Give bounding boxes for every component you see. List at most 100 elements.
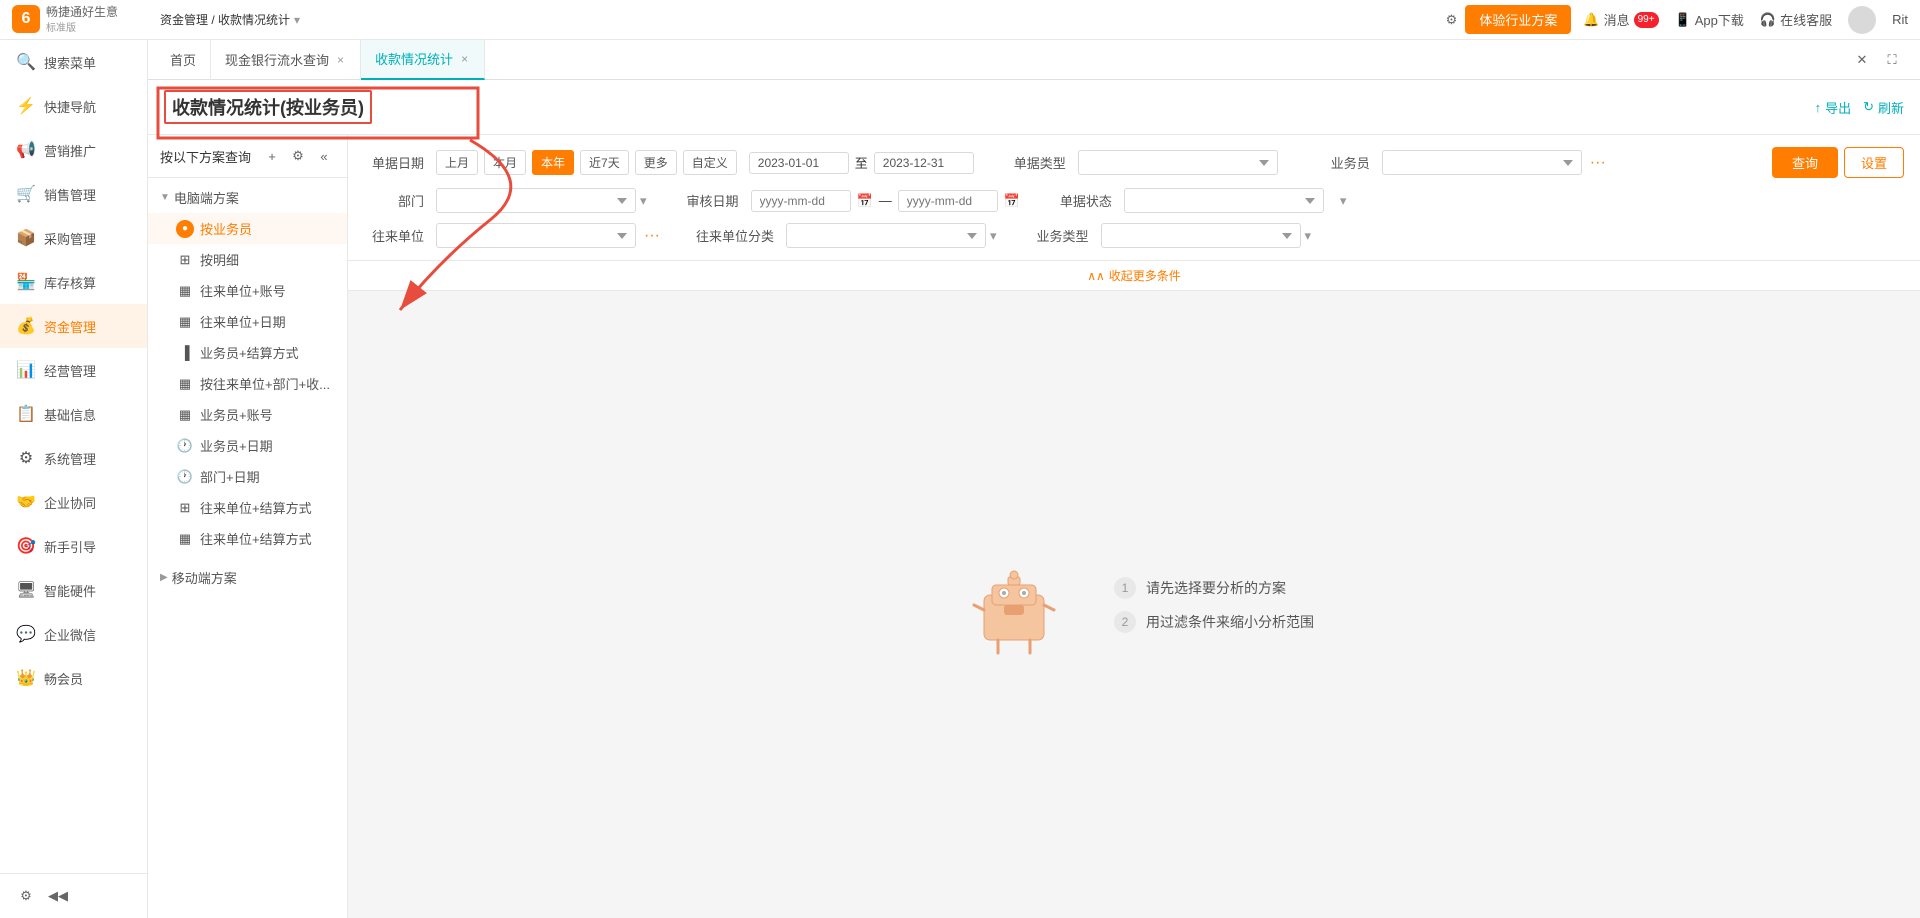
- date-btn-this-year[interactable]: 本年: [532, 150, 574, 175]
- tree-child-unit-dept[interactable]: ▦ 按往来单位+部门+收...: [148, 368, 347, 399]
- tree-child-detail[interactable]: ⊞ 按明细: [148, 244, 347, 275]
- salesman-label: 业务员: [1310, 153, 1370, 172]
- date-btn-7days[interactable]: 近7天: [580, 150, 629, 175]
- doc-status-label: 单据状态: [1052, 191, 1112, 210]
- tab-home[interactable]: 首页: [156, 40, 211, 80]
- salesman-more-btn[interactable]: ···: [1586, 151, 1610, 175]
- user-avatar[interactable]: [1848, 6, 1876, 34]
- bar-chart-icon: ▐: [176, 344, 194, 362]
- counterpart-cat-select[interactable]: [786, 223, 986, 248]
- date-btn-custom[interactable]: 自定义: [683, 150, 737, 175]
- counterpart-select[interactable]: [436, 223, 636, 248]
- salesman-select[interactable]: [1382, 150, 1582, 175]
- sidebar-item-member[interactable]: 👑 畅会员: [0, 656, 147, 700]
- audit-to-input[interactable]: [898, 190, 998, 212]
- biz-type-select[interactable]: [1101, 223, 1301, 248]
- tree-child-unit-settle-1[interactable]: ⊞ 往来单位+结算方式: [148, 492, 347, 523]
- empty-steps: 1 请先选择要分析的方案 2 用过滤条件来缩小分析范围: [1114, 577, 1314, 633]
- calendar-icon-2[interactable]: 📅: [1004, 193, 1020, 209]
- tree-child-unit-account[interactable]: ▦ 往来单位+账号: [148, 275, 347, 306]
- collapse-panel-btn[interactable]: «: [313, 145, 335, 167]
- sidebar-item-label-system: 系统管理: [44, 449, 96, 468]
- tab-collection-stats[interactable]: 收款情况统计 ×: [361, 40, 485, 80]
- date-from-input[interactable]: [749, 152, 849, 174]
- counterpart-cat-dropdown-icon: ▾: [990, 228, 997, 244]
- trial-button[interactable]: 体验行业方案: [1465, 5, 1571, 34]
- sidebar-collapse-btn[interactable]: ◀◀: [44, 882, 72, 910]
- settings-icon[interactable]: ⚙: [1437, 6, 1465, 34]
- tree-parent-mobile[interactable]: ▶ 移动端方案: [148, 562, 347, 593]
- scheme-settings-btn[interactable]: ⚙: [287, 145, 309, 167]
- sidebar-item-inventory[interactable]: 🏪 库存核算: [0, 260, 147, 304]
- tree-child-dept-date[interactable]: 🕐 部门+日期: [148, 461, 347, 492]
- messages-action[interactable]: 🔔 消息 99+: [1583, 10, 1658, 29]
- sidebar-item-wechat[interactable]: 💬 企业微信: [0, 612, 147, 656]
- date-btn-this-month[interactable]: 本月: [484, 150, 526, 175]
- grid-icon: ⊞: [176, 251, 194, 269]
- doc-type-select[interactable]: [1078, 150, 1278, 175]
- date-btn-more[interactable]: 更多: [635, 150, 677, 175]
- tree-child-unit-date[interactable]: ▦ 往来单位+日期: [148, 306, 347, 337]
- audit-dash: —: [879, 193, 892, 208]
- collapse-bar[interactable]: ∧∧ 收起更多条件: [348, 261, 1920, 291]
- tree-child-salesman-account[interactable]: ▦ 业务员+账号: [148, 399, 347, 430]
- sidebar-item-label-sales: 销售管理: [44, 185, 96, 204]
- sidebar-item-operations[interactable]: 📊 经营管理: [0, 348, 147, 392]
- sidebar-item-basic-info[interactable]: 📋 基础信息: [0, 392, 147, 436]
- date-btn-last-month[interactable]: 上月: [436, 150, 478, 175]
- online-service-action[interactable]: 🎧 在线客服: [1760, 10, 1832, 29]
- table-icon-2: ▦: [176, 313, 194, 331]
- counterpart-more-btn[interactable]: ···: [640, 224, 664, 248]
- tree-child-salesman[interactable]: ● 按业务员: [148, 213, 347, 244]
- tree-child-salesman-settle[interactable]: ▐ 业务员+结算方式: [148, 337, 347, 368]
- sidebar-item-label-guide: 新手引导: [44, 537, 96, 556]
- doc-status-select[interactable]: [1124, 188, 1324, 213]
- tree-child-salesman-date[interactable]: 🕐 业务员+日期: [148, 430, 347, 461]
- settings-button[interactable]: 设置: [1844, 147, 1904, 178]
- sidebar-settings-btn[interactable]: ⚙: [12, 882, 40, 910]
- tab-bank-flow-close[interactable]: ×: [335, 51, 346, 69]
- sidebar-item-guide[interactable]: 🎯 新手引导: [0, 524, 147, 568]
- app-download-action[interactable]: 📱 App下载: [1675, 10, 1744, 29]
- refresh-button[interactable]: ↻ 刷新: [1863, 98, 1904, 117]
- export-button[interactable]: ↑ 导出: [1815, 98, 1852, 117]
- left-panel: 按以下方案查询 + ⚙ « ▼ 电脑端方案: [148, 135, 348, 918]
- add-scheme-btn[interactable]: +: [261, 145, 283, 167]
- sidebar-item-label-operations: 经营管理: [44, 361, 96, 380]
- main-layout: 🔍 搜索菜单 ⚡ 快捷导航 📢 营销推广 🛒 销售管理 📦 采购管理 🏪 库存核…: [0, 40, 1920, 918]
- tab-close-all-btn[interactable]: ✕: [1850, 48, 1874, 72]
- tree-child-unit-settle-2[interactable]: ▦ 往来单位+结算方式: [148, 523, 347, 554]
- sidebar-item-quick-nav[interactable]: ⚡ 快捷导航: [0, 84, 147, 128]
- username-label[interactable]: Rit: [1892, 12, 1908, 27]
- tree-mobile-section: ▶ 移动端方案: [148, 558, 347, 597]
- sidebar-item-finance[interactable]: 💰 资金管理: [0, 304, 147, 348]
- tab-bar-right: ✕ ⛶: [1850, 48, 1912, 72]
- counterpart-label: 往来单位: [364, 226, 424, 245]
- robot-svg: [954, 555, 1074, 655]
- sidebar-item-hardware[interactable]: 🖥 智能硬件: [0, 568, 147, 612]
- dept-select[interactable]: [436, 188, 636, 213]
- export-icon: ↑: [1815, 100, 1822, 115]
- sidebar: 🔍 搜索菜单 ⚡ 快捷导航 📢 营销推广 🛒 销售管理 📦 采购管理 🏪 库存核…: [0, 40, 148, 918]
- sidebar-item-label-finance: 资金管理: [44, 317, 96, 336]
- person-icon: ●: [176, 220, 194, 238]
- table-icon-5: ▦: [176, 530, 194, 548]
- date-input-group: 至: [749, 152, 974, 174]
- tree-parent-pc[interactable]: ▼ 电脑端方案: [148, 182, 347, 213]
- dept-input-group: ▾: [436, 188, 647, 213]
- sidebar-item-sales[interactable]: 🛒 销售管理: [0, 172, 147, 216]
- sidebar-item-search[interactable]: 🔍 搜索菜单: [0, 40, 147, 84]
- sidebar-item-marketing[interactable]: 📢 营销推广: [0, 128, 147, 172]
- date-to-input[interactable]: [874, 152, 974, 174]
- sidebar-item-system[interactable]: ⚙ 系统管理: [0, 436, 147, 480]
- dept-dropdown-icon: ▾: [640, 193, 647, 209]
- tab-collection-stats-close[interactable]: ×: [459, 50, 470, 68]
- calendar-icon-1[interactable]: 📅: [857, 193, 873, 209]
- query-button[interactable]: 查询: [1772, 147, 1838, 178]
- sidebar-item-enterprise[interactable]: 🤝 企业协同: [0, 480, 147, 524]
- sidebar-item-purchase[interactable]: 📦 采购管理: [0, 216, 147, 260]
- tab-maximize-btn[interactable]: ⛶: [1880, 48, 1904, 72]
- audit-from-input[interactable]: [751, 190, 851, 212]
- logo-area: 6 畅捷通好生意 标准版: [12, 5, 160, 34]
- tab-bank-flow[interactable]: 现金银行流水查询 ×: [211, 40, 361, 80]
